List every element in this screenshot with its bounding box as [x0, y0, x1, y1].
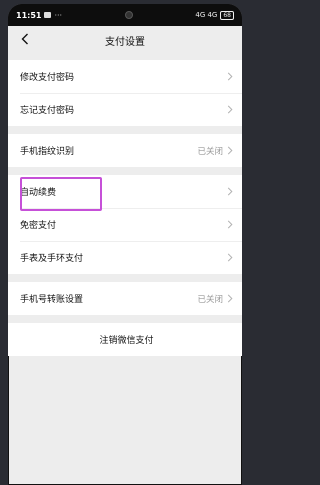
chevron-right-icon: [227, 253, 233, 262]
chevron-right-icon: [227, 105, 233, 114]
row-label: 手机指纹识别: [20, 147, 75, 157]
page-title: 支付设置: [105, 36, 145, 48]
auto-renew-row[interactable]: 自动续费: [8, 175, 242, 208]
fingerprint-group: 手机指纹识别 已关闭: [8, 134, 242, 167]
battery-icon: 68: [220, 10, 234, 20]
password-free-payment-row[interactable]: 免密支付: [8, 208, 242, 241]
chevron-right-icon: [227, 220, 233, 229]
forgot-password-row[interactable]: 忘记支付密码: [8, 93, 242, 126]
chevron-right-icon: [227, 187, 233, 196]
row-label: 忘记支付密码: [20, 106, 75, 116]
back-arrow-icon[interactable]: [18, 31, 32, 47]
row-label: 免密支付: [20, 221, 57, 231]
status-bar: 11:51 ··· 4G 4G 68: [8, 4, 242, 26]
notification-icon: [44, 12, 52, 18]
password-group: 修改支付密码 忘记支付密码: [8, 60, 242, 126]
row-label: 手机号转账设置: [20, 295, 84, 305]
signal-icon: 4G 4G: [195, 11, 218, 19]
chevron-right-icon: [227, 146, 233, 155]
row-label: 修改支付密码: [20, 73, 75, 83]
row-label: 注销微信支付: [99, 336, 154, 346]
status-indicator: ···: [54, 10, 63, 20]
deactivate-group: 注销微信支付: [8, 323, 242, 356]
watch-band-payment-row[interactable]: 手表及手环支付: [8, 241, 242, 274]
row-label: 手表及手环支付: [20, 254, 84, 264]
payment-methods-group: 自动续费 免密支付 手表及手环支付: [8, 175, 242, 274]
front-camera-icon: [124, 11, 133, 19]
change-password-row[interactable]: 修改支付密码: [8, 60, 242, 93]
chevron-right-icon: [227, 294, 233, 303]
row-status: 已关闭: [197, 294, 223, 305]
phone-transfer-settings-row[interactable]: 手机号转账设置 已关闭: [8, 282, 242, 315]
fingerprint-row[interactable]: 手机指纹识别 已关闭: [8, 134, 242, 167]
deactivate-wechat-pay-button[interactable]: 注销微信支付: [8, 323, 242, 356]
nav-bar: 支付设置: [8, 26, 242, 54]
chevron-right-icon: [227, 72, 233, 81]
row-label: 自动续费: [20, 188, 57, 198]
row-status: 已关闭: [197, 146, 223, 157]
phone-screen: 11:51 ··· 4G 4G 68 支付设置 修改支付密码 忘记支付密码 手机…: [8, 4, 242, 485]
status-time: 11:51: [16, 10, 42, 20]
transfer-group: 手机号转账设置 已关闭: [8, 282, 242, 315]
